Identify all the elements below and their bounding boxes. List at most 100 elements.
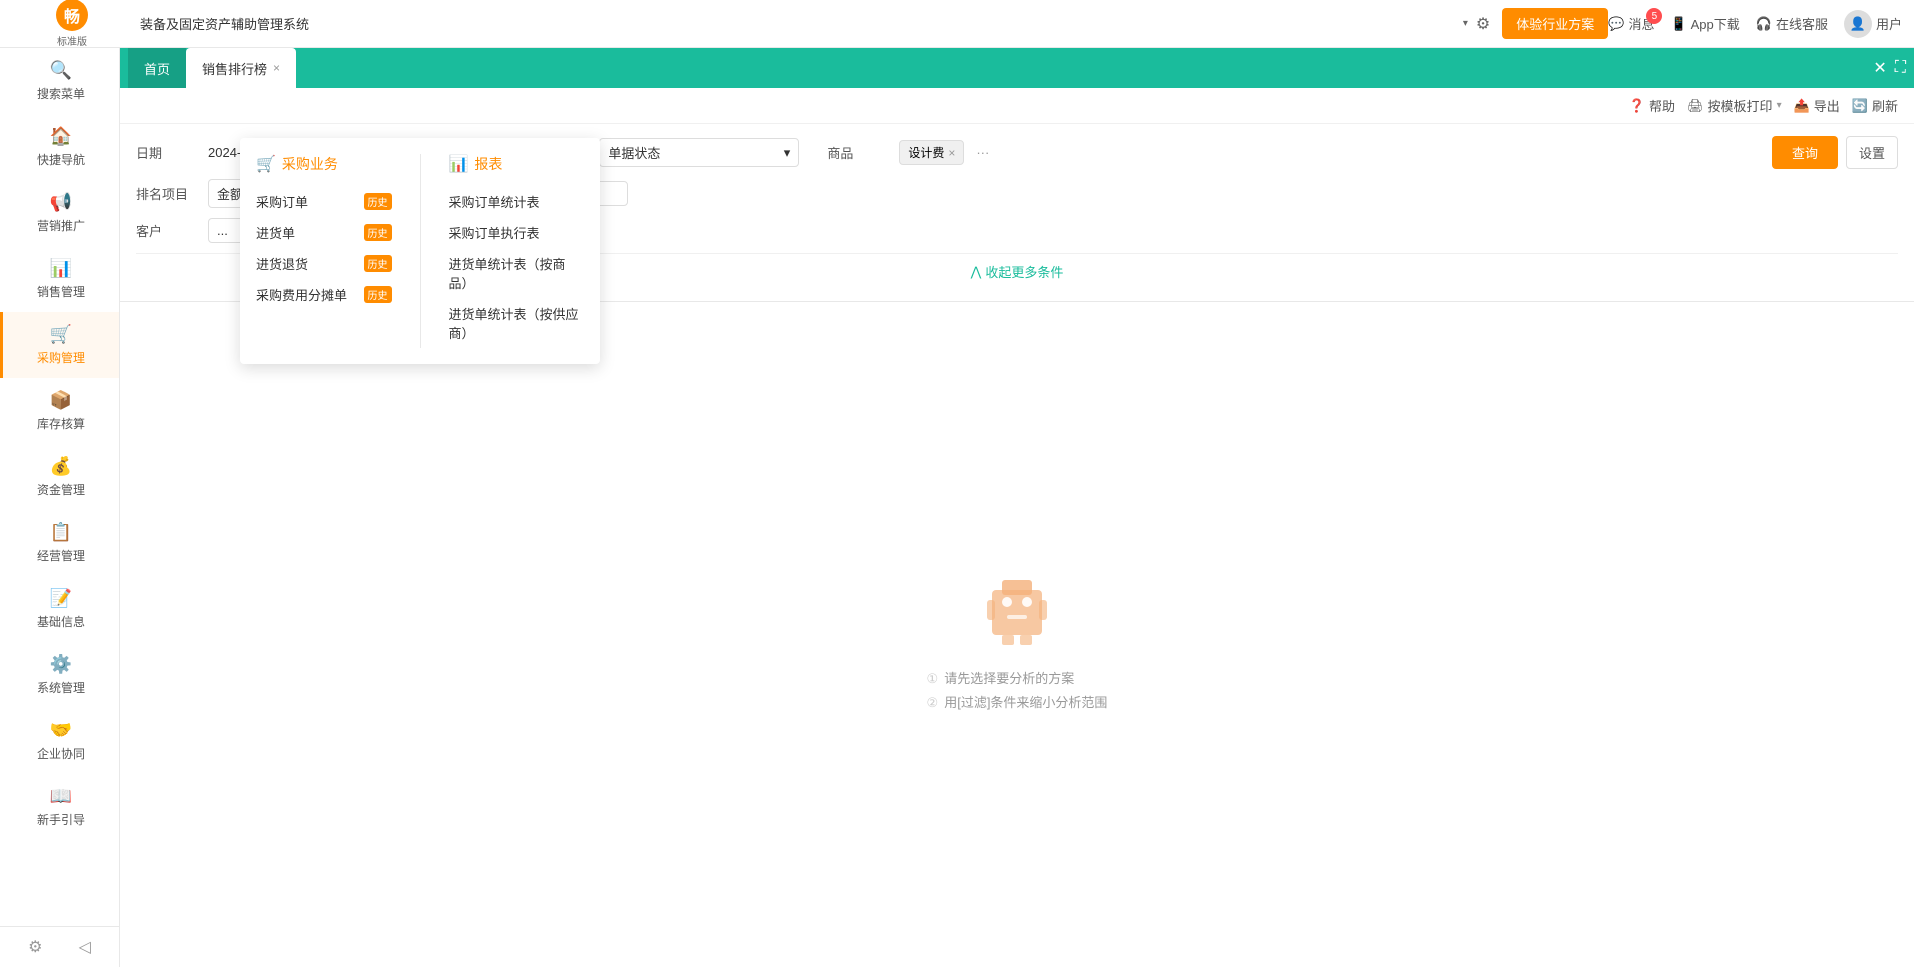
empty-svg <box>967 555 1067 655</box>
main-layout: 🔍 搜索菜单 🏠 快捷导航 📢 营销推广 📊 销售管理 🛒 采购管理 📦 库存核… <box>0 48 1914 967</box>
help-icon: ❓ <box>1629 98 1645 114</box>
purchase-icon: 🛒 <box>50 324 72 345</box>
print-label: 按模板打印 <box>1708 96 1773 115</box>
sidebar-item-cooperation[interactable]: 🤝 企业协同 <box>0 708 119 774</box>
sidebar-item-quick-nav[interactable]: 🏠 快捷导航 <box>0 114 119 180</box>
history-badge-1: 历史 <box>364 224 392 241</box>
report-title: 📊 报表 <box>449 154 585 174</box>
phone-icon: 📱 <box>1670 16 1686 32</box>
help-action[interactable]: ❓ 帮助 <box>1629 96 1675 115</box>
headset-icon: 🎧 <box>1756 16 1772 32</box>
sidebar-item-marketing-label: 营销推广 <box>37 217 85 234</box>
avatar: 👤 <box>1844 10 1872 38</box>
sidebar-item-search[interactable]: 🔍 搜索菜单 <box>0 48 119 114</box>
sidebar-item-sales-label: 销售管理 <box>37 283 85 300</box>
app-download-action[interactable]: 📱 App下载 <box>1670 14 1739 33</box>
dropdown-purchase-order-exec[interactable]: 采购订单执行表 <box>449 217 585 248</box>
dropdown-purchase-expense[interactable]: 采购费用分摊单 历史 <box>256 279 392 310</box>
goods-tag-value: 设计费 <box>908 144 944 161</box>
sidebar-item-basic-info-label: 基础信息 <box>37 613 85 630</box>
bill-status-arrow: ▾ <box>784 145 791 161</box>
report-label: 报表 <box>474 154 502 174</box>
industry-btn[interactable]: 体验行业方案 <box>1502 8 1608 39</box>
empty-state: ① 请先选择要分析的方案 ② 用[过滤]条件来缩小分析范围 <box>120 302 1914 967</box>
report-title-icon: 📊 <box>449 154 469 174</box>
tab-bar: 首页 销售排行榜 × ✕ ⛶ <box>120 48 1914 88</box>
tab-sales-ranking-label: 销售排行榜 <box>202 59 267 78</box>
filter-settings-btn[interactable]: 设置 <box>1846 136 1898 169</box>
tab-maximize-icon[interactable]: ⛶ <box>1895 59 1906 77</box>
empty-hint-2: ② 用[过滤]条件来缩小分析范围 <box>927 691 1108 714</box>
message-action[interactable]: 💬 消息 5 <box>1608 14 1654 33</box>
sidebar-item-system-label: 系统管理 <box>37 679 85 696</box>
sidebar-item-quick-nav-label: 快捷导航 <box>37 151 85 168</box>
sidebar-item-operations-label: 经营管理 <box>37 547 85 564</box>
bill-status-value: 单据状态 <box>608 143 660 162</box>
print-action[interactable]: 🖨 按模板打印 ▾ <box>1687 96 1782 115</box>
sidebar-item-search-label: 搜索菜单 <box>37 85 85 102</box>
history-badge-3: 历史 <box>364 286 392 303</box>
dropdown-goods-return[interactable]: 进货退货 历史 <box>256 248 392 279</box>
empty-text: ① 请先选择要分析的方案 ② 用[过滤]条件来缩小分析范围 <box>927 667 1108 714</box>
history-badge-2: 历史 <box>364 255 392 272</box>
search-icon: 🔍 <box>50 60 72 81</box>
refresh-icon: 🔄 <box>1852 98 1868 114</box>
rank-item-label: 排名项目 <box>136 184 196 203</box>
dropdown-goods-receipt[interactable]: 进货单 历史 <box>256 217 392 248</box>
logo-area: 畅 标准版 <box>12 0 132 48</box>
online-service-action[interactable]: 🎧 在线客服 <box>1756 14 1828 33</box>
history-badge-0: 历史 <box>364 193 392 210</box>
logo-icon: 畅 <box>56 0 88 31</box>
sidebar-item-guide[interactable]: 📖 新手引导 <box>0 774 119 840</box>
help-label: 帮助 <box>1649 96 1675 115</box>
sidebar-item-operations[interactable]: 📋 经营管理 <box>0 510 119 576</box>
sidebar-item-sales[interactable]: 📊 销售管理 <box>0 246 119 312</box>
tab-home-label: 首页 <box>144 59 170 78</box>
guide-icon: 📖 <box>50 786 72 807</box>
dropdown-purchase-order[interactable]: 采购订单 历史 <box>256 186 392 217</box>
system-dropdown-arrow[interactable]: ▾ <box>1463 18 1468 29</box>
collapse-up-icon: ⋀ <box>971 264 982 280</box>
customer-label: 客户 <box>136 221 196 240</box>
tab-close-icon[interactable]: × <box>273 61 280 75</box>
sidebar-item-finance[interactable]: 💰 资金管理 <box>0 444 119 510</box>
system-icon: ⚙️ <box>50 654 72 675</box>
sidebar-item-purchase-label: 采购管理 <box>37 349 85 366</box>
export-icon: 📤 <box>1794 98 1810 114</box>
export-action[interactable]: 📤 导出 <box>1794 96 1840 115</box>
sidebar-item-inventory[interactable]: 📦 库存核算 <box>0 378 119 444</box>
dropdown-divider <box>420 154 421 348</box>
purchase-title-icon: 🛒 <box>256 154 276 174</box>
refresh-action[interactable]: 🔄 刷新 <box>1852 96 1898 115</box>
sidebar-settings-icon[interactable]: ⚙ <box>28 937 42 957</box>
print-dropdown-icon[interactable]: ▾ <box>1777 100 1782 111</box>
message-icon: 💬 <box>1608 16 1624 32</box>
message-badge: 5 <box>1646 8 1662 24</box>
tab-close-all-icon[interactable]: ✕ <box>1873 58 1886 78</box>
content-area: 首页 销售排行榜 × ✕ ⛶ ❓ 帮助 <box>120 48 1914 967</box>
goods-more-dots[interactable]: ··· <box>976 145 989 160</box>
tab-home[interactable]: 首页 <box>128 48 186 88</box>
purchase-business-title: 🛒 采购业务 <box>256 154 392 174</box>
user-name: 用户 <box>1876 14 1902 33</box>
sidebar-item-marketing[interactable]: 📢 营销推广 <box>0 180 119 246</box>
user-action[interactable]: 👤 用户 <box>1844 10 1902 38</box>
dropdown-goods-stats-supplier[interactable]: 进货单统计表（按供应商） <box>449 298 585 348</box>
tab-sales-ranking[interactable]: 销售排行榜 × <box>186 48 296 88</box>
marketing-icon: 📢 <box>50 192 72 213</box>
sidebar-footer: ⚙ ◁ <box>0 926 119 967</box>
bill-status-select[interactable]: 单据状态 ▾ <box>599 138 799 167</box>
cooperation-icon: 🤝 <box>50 720 72 741</box>
toolbar: ❓ 帮助 🖨 按模板打印 ▾ 📤 导出 🔄 刷新 <box>1629 96 1898 115</box>
online-service-label: 在线客服 <box>1776 14 1828 33</box>
sidebar-collapse-icon[interactable]: ◁ <box>79 937 91 957</box>
sidebar-item-system[interactable]: ⚙️ 系统管理 <box>0 642 119 708</box>
dropdown-purchase-order-stats[interactable]: 采购订单统计表 <box>449 186 585 217</box>
goods-tag-remove[interactable]: × <box>948 146 955 160</box>
sidebar-item-purchase[interactable]: 🛒 采购管理 <box>0 312 119 378</box>
dropdown-goods-stats-product[interactable]: 进货单统计表（按商品） <box>449 248 585 298</box>
sidebar-item-basic-info[interactable]: 📝 基础信息 <box>0 576 119 642</box>
logo-text: 标准版 <box>57 33 87 48</box>
header-settings-icon[interactable]: ⚙ <box>1476 14 1490 34</box>
query-btn[interactable]: 查询 <box>1772 136 1838 169</box>
